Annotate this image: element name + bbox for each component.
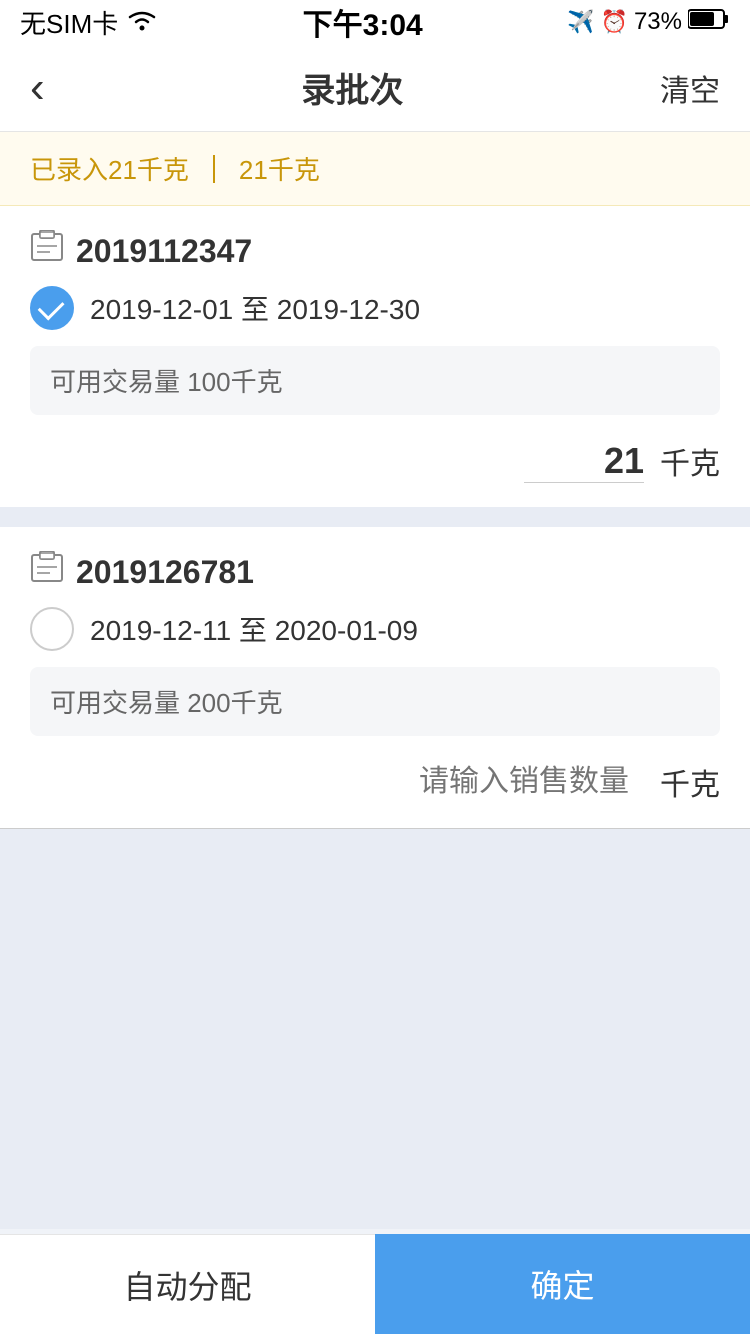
batch-id-1: 2019112347 xyxy=(76,233,252,270)
status-left: 无SIM卡 xyxy=(20,4,158,41)
carrier-text: 无SIM卡 xyxy=(20,4,118,41)
info-value: 21千克 xyxy=(239,150,320,187)
batch-card-2: 2019126781 2019-12-11 至 2020-01-09 可用交易量… xyxy=(0,527,750,736)
battery-icon xyxy=(688,8,730,37)
batch-date-row-1[interactable]: 2019-12-01 至 2019-12-30 xyxy=(30,286,720,330)
status-time: 下午3:04 xyxy=(303,0,423,44)
empty-area xyxy=(0,829,750,1229)
bottom-bar: 自动分配 确定 xyxy=(0,1234,750,1334)
batch-date-2: 2019-12-11 至 2020-01-09 xyxy=(90,609,418,649)
quantity-input-2[interactable] xyxy=(30,765,644,799)
wifi-icon xyxy=(126,7,158,38)
quantity-value-1: 21 xyxy=(604,440,644,481)
batch-card-1: 2019112347 2019-12-01 至 2019-12-30 可用交易量… xyxy=(0,206,750,415)
input-row-2: 千克 xyxy=(0,736,750,829)
clear-button[interactable]: 清空 xyxy=(660,66,720,110)
batch-date-1: 2019-12-01 至 2019-12-30 xyxy=(90,288,420,328)
quantity-row-1: 21 千克 xyxy=(0,415,750,507)
status-right: ✈️ ⏰ 73% xyxy=(567,8,730,37)
radio-button-2[interactable] xyxy=(30,607,74,651)
batch-icon-2 xyxy=(30,551,64,593)
status-bar: 无SIM卡 下午3:04 ✈️ ⏰ 73% xyxy=(0,0,750,44)
back-button[interactable]: ‹ xyxy=(30,66,45,110)
info-divider xyxy=(213,155,215,183)
confirm-button[interactable]: 确定 xyxy=(375,1234,750,1334)
location-icon: ✈️ xyxy=(567,9,594,35)
batch-date-row-2[interactable]: 2019-12-11 至 2020-01-09 xyxy=(30,607,720,651)
batch-icon-1 xyxy=(30,230,64,272)
info-label: 已录入21千克 xyxy=(30,150,189,187)
batch-id-2: 2019126781 xyxy=(76,554,254,591)
batch-header-1: 2019112347 xyxy=(30,230,720,272)
batch-header-2: 2019126781 xyxy=(30,551,720,593)
batch-available-1: 可用交易量 100千克 xyxy=(30,346,720,415)
auto-distribute-button[interactable]: 自动分配 xyxy=(0,1234,375,1334)
info-banner: 已录入21千克 21千克 xyxy=(0,132,750,206)
batch-available-2: 可用交易量 200千克 xyxy=(30,667,720,736)
radio-button-1[interactable] xyxy=(30,286,74,330)
battery-text: 73% xyxy=(634,8,682,36)
input-unit-2: 千克 xyxy=(660,760,720,804)
nav-bar: ‹ 录批次 清空 xyxy=(0,44,750,132)
card-divider xyxy=(0,507,750,527)
page-title: 录批次 xyxy=(301,63,403,112)
alarm-icon: ⏰ xyxy=(601,9,628,35)
quantity-unit-1: 千克 xyxy=(660,439,720,483)
quantity-display-1[interactable]: 21 xyxy=(524,440,644,483)
